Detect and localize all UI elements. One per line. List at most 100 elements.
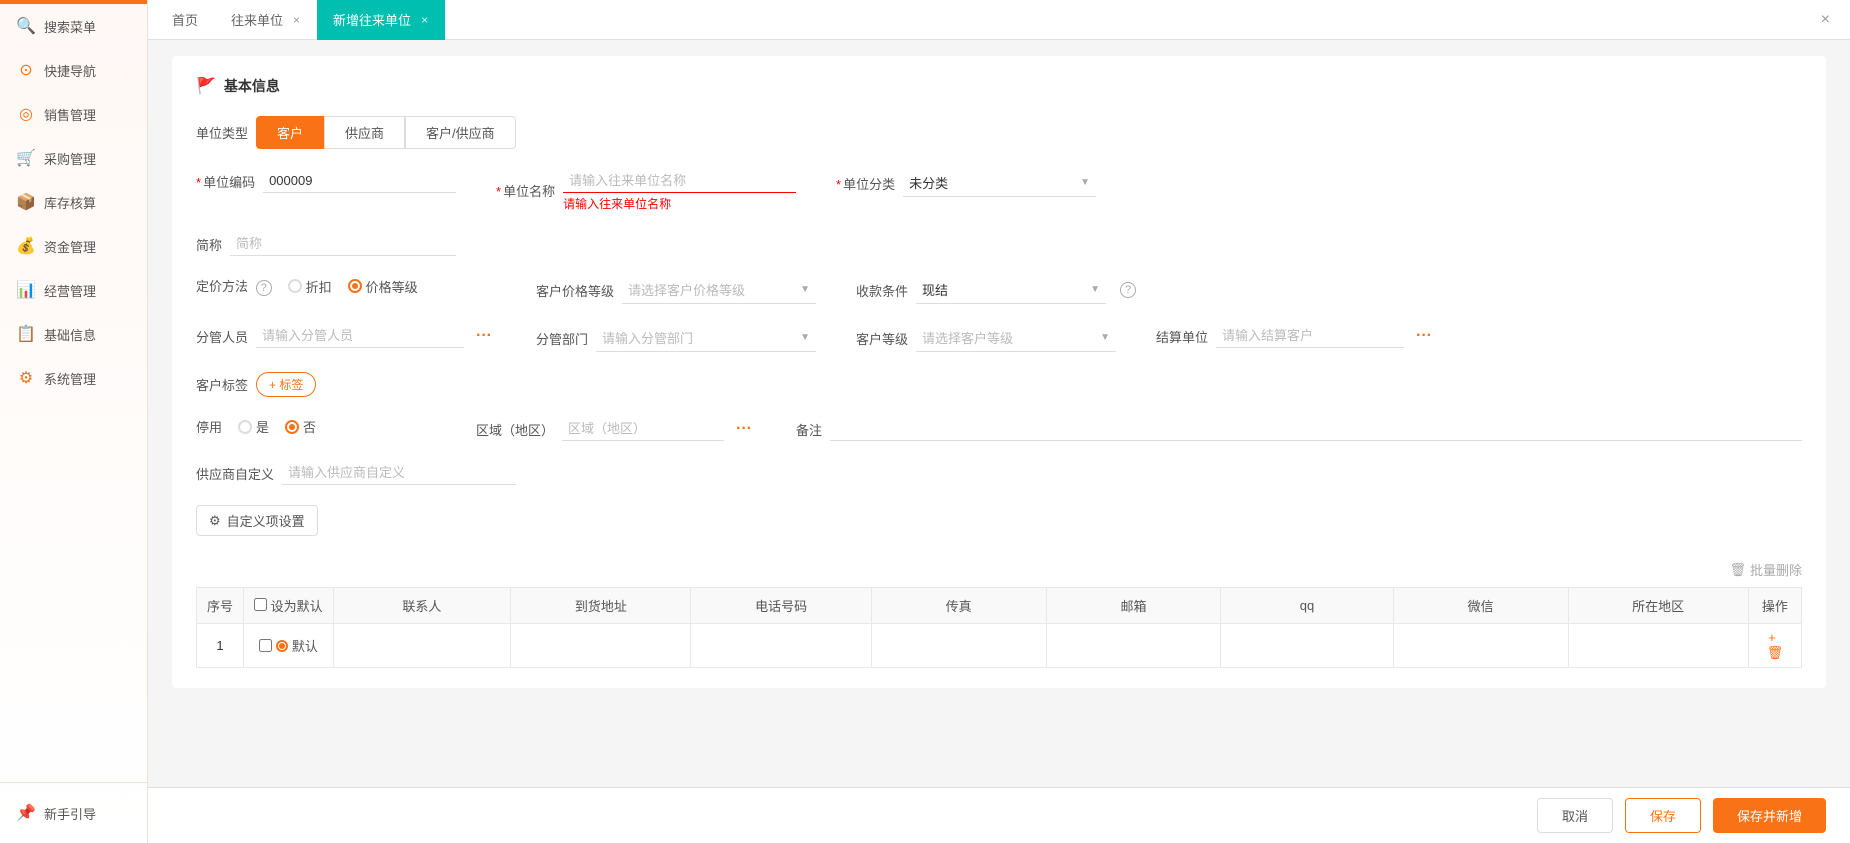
- purchase-icon: 🛒: [16, 148, 36, 168]
- pricing-discount-radio[interactable]: 折扣: [288, 277, 332, 296]
- pricing-level-radio[interactable]: 价格等级: [348, 277, 418, 296]
- sidebar-item-base-info[interactable]: 📋 基础信息: [0, 312, 147, 356]
- notes-field: 备注: [796, 417, 1802, 441]
- row-checkbox[interactable]: [259, 639, 272, 652]
- customer-price-level-field: 客户价格等级 请选择客户价格等级 ▼: [536, 276, 816, 304]
- table-region-input[interactable]: [1579, 634, 1738, 657]
- disabled-field: 停用 是 否: [196, 417, 436, 436]
- td-default: 默认: [244, 624, 334, 668]
- customer-level-select[interactable]: 请选择客户等级 ▼: [916, 324, 1116, 352]
- payment-terms-select[interactable]: 现结 ▼: [916, 276, 1106, 304]
- payment-help-icon[interactable]: ?: [1120, 282, 1136, 298]
- sidebar-item-label: 库存核算: [44, 193, 96, 212]
- select-all-checkbox[interactable]: [254, 598, 267, 611]
- save-button[interactable]: 保存: [1625, 798, 1701, 833]
- gear-icon: ⚙: [209, 513, 221, 529]
- sidebar-item-finance[interactable]: 💰 资金管理: [0, 224, 147, 268]
- unit-type-supplier-btn[interactable]: 供应商: [324, 116, 405, 149]
- supplier-custom-input[interactable]: [282, 461, 516, 485]
- tab-contacts[interactable]: 往来单位 ×: [215, 0, 317, 40]
- table-header-row: 序号 设为默认 联系人 到货地址 电话号码 传真 邮箱 qq 微信 所在地区: [197, 588, 1802, 624]
- unit-type-group: 客户 供应商 客户/供应商: [256, 116, 516, 149]
- batch-delete-btn[interactable]: 🗑 批量删除: [1729, 560, 1802, 579]
- tab-new-contact-close[interactable]: ×: [421, 13, 428, 27]
- sidebar-item-system[interactable]: ⚙ 系统管理: [0, 356, 147, 400]
- default-radio[interactable]: 默认: [276, 636, 318, 655]
- disabled-yes-radio[interactable]: 是: [238, 417, 269, 436]
- pricing-help-icon[interactable]: ?: [256, 280, 272, 296]
- customer-price-level-select[interactable]: 请选择客户价格等级 ▼: [622, 276, 816, 304]
- custom-settings-btn[interactable]: ⚙ 自定义项设置: [196, 505, 318, 536]
- sidebar-item-quick-nav[interactable]: ⊙ 快捷导航: [0, 48, 147, 92]
- settlement-more-btn[interactable]: ···: [1412, 327, 1436, 345]
- settlement-unit-input[interactable]: [1216, 324, 1404, 348]
- customer-level-arrow: ▼: [1100, 332, 1110, 343]
- sidebar-item-guide[interactable]: 📌 新手引导: [0, 791, 147, 835]
- manager-more-btn[interactable]: ···: [472, 327, 496, 345]
- delete-row-btn[interactable]: 🗑: [1767, 645, 1784, 660]
- manager-input[interactable]: [256, 324, 464, 348]
- unit-code-input[interactable]: [263, 169, 456, 193]
- notes-input[interactable]: [830, 417, 1802, 441]
- pricing-discount-circle: [288, 279, 302, 293]
- sidebar-item-inventory[interactable]: 📦 库存核算: [0, 180, 147, 224]
- tab-home[interactable]: 首页: [156, 0, 215, 40]
- payment-terms-value: 现结: [922, 280, 1086, 299]
- region-more-btn[interactable]: ···: [732, 420, 756, 438]
- sidebar-item-label: 销售管理: [44, 105, 96, 124]
- supplier-custom-label: 供应商自定义: [196, 464, 274, 483]
- trash-icon: 🗑: [1729, 562, 1746, 578]
- fax-input[interactable]: [882, 634, 1036, 657]
- phone-input[interactable]: [701, 634, 860, 657]
- finance-icon: 💰: [16, 236, 36, 256]
- save-and-new-button[interactable]: 保存并新增: [1713, 798, 1826, 833]
- unit-category-field: *单位分类 未分类 ▼: [836, 169, 1096, 197]
- contact-input[interactable]: [344, 634, 501, 657]
- sales-icon: ◎: [16, 104, 36, 124]
- tag-add-btn[interactable]: + 标签: [256, 372, 316, 397]
- customer-price-level-arrow: ▼: [800, 284, 810, 295]
- th-address: 到货地址: [511, 588, 691, 624]
- th-default: 设为默认: [244, 588, 334, 624]
- pricing-discount-label: 折扣: [306, 277, 332, 296]
- th-action: 操作: [1748, 588, 1801, 624]
- table-body: 1 默认: [197, 624, 1802, 668]
- unit-type-both-btn[interactable]: 客户/供应商: [405, 116, 516, 149]
- wechat-input[interactable]: [1404, 634, 1558, 657]
- region-input[interactable]: [562, 417, 724, 441]
- tab-contacts-close[interactable]: ×: [293, 13, 300, 27]
- td-phone: [691, 624, 871, 668]
- default-circle: [276, 640, 288, 652]
- tabbar-close-all[interactable]: ×: [1809, 11, 1842, 29]
- address-input[interactable]: [521, 634, 680, 657]
- department-select[interactable]: 请输入分管部门 ▼: [596, 324, 816, 352]
- section-title-basic: 🚩 基本信息: [196, 76, 1802, 96]
- settlement-unit-field: 结算单位 ···: [1156, 324, 1436, 348]
- cancel-button[interactable]: 取消: [1537, 798, 1613, 833]
- supplier-custom-field: 供应商自定义: [196, 461, 516, 485]
- disabled-no-radio[interactable]: 否: [285, 417, 316, 436]
- sidebar-item-sales[interactable]: ◎ 销售管理: [0, 92, 147, 136]
- sidebar-item-label: 搜索菜单: [44, 17, 96, 36]
- unit-name-wrapper: 请输入往来单位名称: [563, 169, 796, 212]
- unit-category-select[interactable]: 未分类 ▼: [903, 169, 1096, 197]
- tab-new-contact[interactable]: 新增往来单位 ×: [317, 0, 445, 40]
- qq-input[interactable]: [1231, 634, 1382, 657]
- sidebar-item-purchase[interactable]: 🛒 采购管理: [0, 136, 147, 180]
- short-name-input[interactable]: [230, 232, 456, 256]
- add-row-btn[interactable]: +: [1768, 630, 1776, 645]
- sidebar-item-operations[interactable]: 📊 经营管理: [0, 268, 147, 312]
- email-input[interactable]: [1057, 634, 1211, 657]
- payment-terms-arrow: ▼: [1090, 284, 1100, 295]
- notes-label: 备注: [796, 420, 822, 439]
- th-fax: 传真: [871, 588, 1046, 624]
- disabled-no-label: 否: [303, 417, 316, 436]
- unit-name-input[interactable]: [563, 169, 796, 193]
- customer-tag-row: 客户标签 + 标签: [196, 372, 1802, 397]
- unit-category-label: *单位分类: [836, 174, 895, 193]
- sidebar-item-label: 基础信息: [44, 325, 96, 344]
- sidebar-item-search[interactable]: 🔍 搜索菜单: [0, 4, 147, 48]
- unit-type-customer-btn[interactable]: 客户: [256, 116, 324, 149]
- table-header: 序号 设为默认 联系人 到货地址 电话号码 传真 邮箱 qq 微信 所在地区: [197, 588, 1802, 624]
- tab-home-label: 首页: [172, 10, 198, 29]
